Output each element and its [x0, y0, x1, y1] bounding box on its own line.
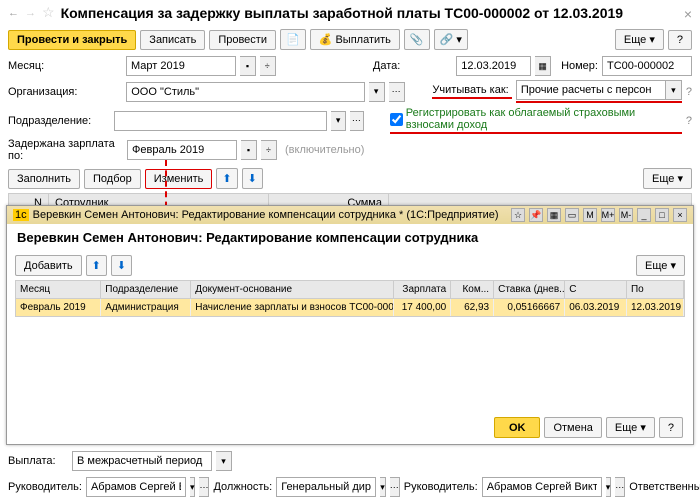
pos-label: Должность:	[213, 481, 272, 493]
delayed-label: Задержана зарплата по:	[8, 138, 123, 162]
pos-input[interactable]	[276, 477, 376, 497]
pay-button[interactable]: 💰 Выплатить	[310, 29, 400, 50]
mgr-input[interactable]	[86, 477, 186, 497]
mgr-label: Руководитель:	[8, 481, 82, 493]
delayed-clear[interactable]: ▪	[241, 140, 257, 160]
dlg-m2[interactable]: ▭	[565, 208, 579, 222]
delayed-hint: (включительно)	[285, 144, 364, 156]
ok-button[interactable]: OK	[494, 417, 541, 438]
resp-label: Ответственный:	[629, 481, 700, 493]
dlg-close-icon[interactable]: ×	[673, 208, 687, 222]
print-button[interactable]: 📄	[280, 29, 306, 50]
mgr2-label: Руководитель:	[404, 481, 478, 493]
close-icon[interactable]: ×	[684, 6, 692, 22]
dlg-more2-button[interactable]: Еще ▾	[606, 417, 655, 438]
date-cal-icon[interactable]: ▦	[535, 56, 551, 76]
month-spin[interactable]: ÷	[260, 56, 276, 76]
dlg-more-button[interactable]: Еще ▾	[636, 255, 685, 276]
mgr-dd-icon[interactable]: ▾	[190, 477, 196, 497]
dlg-m1[interactable]: ▦	[547, 208, 561, 222]
month-input[interactable]	[126, 56, 236, 76]
fill-button[interactable]: Заполнить	[8, 169, 80, 189]
org-dd-icon[interactable]: ▾	[369, 82, 385, 102]
mgr2-input[interactable]	[482, 477, 602, 497]
post-close-button[interactable]: Провести и закрыть	[8, 30, 136, 50]
pay-input[interactable]	[72, 451, 212, 471]
pay-dd-icon[interactable]: ▾	[216, 451, 232, 471]
month-clear[interactable]: ▪	[240, 56, 256, 76]
org-label: Организация:	[8, 86, 122, 98]
dlg-help-button[interactable]: ?	[659, 417, 683, 438]
dept-dd-icon[interactable]: ▾	[331, 111, 345, 131]
add-button[interactable]: Добавить	[15, 255, 82, 276]
num-label: Номер:	[561, 60, 598, 72]
help-button[interactable]: ?	[668, 30, 692, 50]
dialog-table-row[interactable]: Февраль 2019 Администрация Начисление за…	[16, 299, 684, 316]
dlg-m5[interactable]: M-	[619, 208, 633, 222]
app-icon: 1c	[13, 209, 29, 221]
dialog-table: Месяц Подразделение Документ-основание З…	[15, 280, 685, 317]
pick-button[interactable]: Подбор	[84, 169, 141, 189]
save-button[interactable]: Записать	[140, 30, 205, 50]
month-label: Месяц:	[8, 60, 122, 72]
date-label: Дата:	[373, 60, 452, 72]
dialog-title: Веревкин Семен Антонович: Редактирование…	[7, 224, 693, 251]
dialog-bar-title: Веревкин Семен Антонович: Редактирование…	[33, 209, 499, 221]
attach-button[interactable]: 📎	[404, 29, 430, 50]
reg-help-icon[interactable]: ?	[686, 115, 692, 127]
dlg-down-button[interactable]: ⬇	[111, 255, 132, 276]
num-input[interactable]	[602, 56, 692, 76]
acct-input[interactable]	[516, 80, 666, 100]
dlg-up-button[interactable]: ⬆	[86, 255, 107, 276]
more-button[interactable]: Еще ▾	[615, 29, 664, 50]
edit-dialog: 1c Веревкин Семен Антонович: Редактирова…	[6, 205, 694, 445]
dlg-m3[interactable]: M	[583, 208, 597, 222]
up-button[interactable]: ⬆	[216, 168, 237, 189]
post-button[interactable]: Провести	[209, 30, 276, 50]
org-input[interactable]	[126, 82, 364, 102]
date-input[interactable]	[456, 56, 531, 76]
dept-open-icon[interactable]: ⋯	[350, 111, 364, 131]
dept-label: Подразделение:	[8, 115, 110, 127]
dlg-max-icon[interactable]: □	[655, 208, 669, 222]
acct-dd-icon[interactable]: ▾	[666, 80, 682, 100]
cancel-button[interactable]: Отмена	[544, 417, 601, 438]
delayed-input[interactable]	[127, 140, 237, 160]
back-icon[interactable]: ←	[8, 7, 19, 19]
page-title: Компенсация за задержку выплаты заработн…	[61, 5, 624, 21]
dlg-min-icon[interactable]: _	[637, 208, 651, 222]
pay-label: Выплата:	[8, 455, 68, 467]
dept-input[interactable]	[114, 111, 328, 131]
tbl-more-button[interactable]: Еще ▾	[643, 168, 692, 189]
reg-label: Регистрировать как облагаемый страховыми…	[406, 107, 682, 131]
acct-label: Учитывать как:	[432, 84, 511, 99]
fwd-icon[interactable]: →	[25, 7, 36, 19]
delayed-spin[interactable]: ÷	[261, 140, 277, 160]
star-icon[interactable]: ☆	[42, 4, 55, 21]
org-open-icon[interactable]: ⋯	[389, 82, 405, 102]
link-button[interactable]: 🔗 ▾	[434, 29, 468, 50]
reg-checkbox[interactable]	[390, 113, 403, 126]
down-button[interactable]: ⬇	[242, 168, 263, 189]
dlg-pin-icon[interactable]: 📌	[529, 208, 543, 222]
dlg-fav-icon[interactable]: ☆	[511, 208, 525, 222]
dlg-m4[interactable]: M+	[601, 208, 615, 222]
acct-help-icon[interactable]: ?	[686, 86, 692, 98]
change-button[interactable]: Изменить	[145, 169, 213, 189]
